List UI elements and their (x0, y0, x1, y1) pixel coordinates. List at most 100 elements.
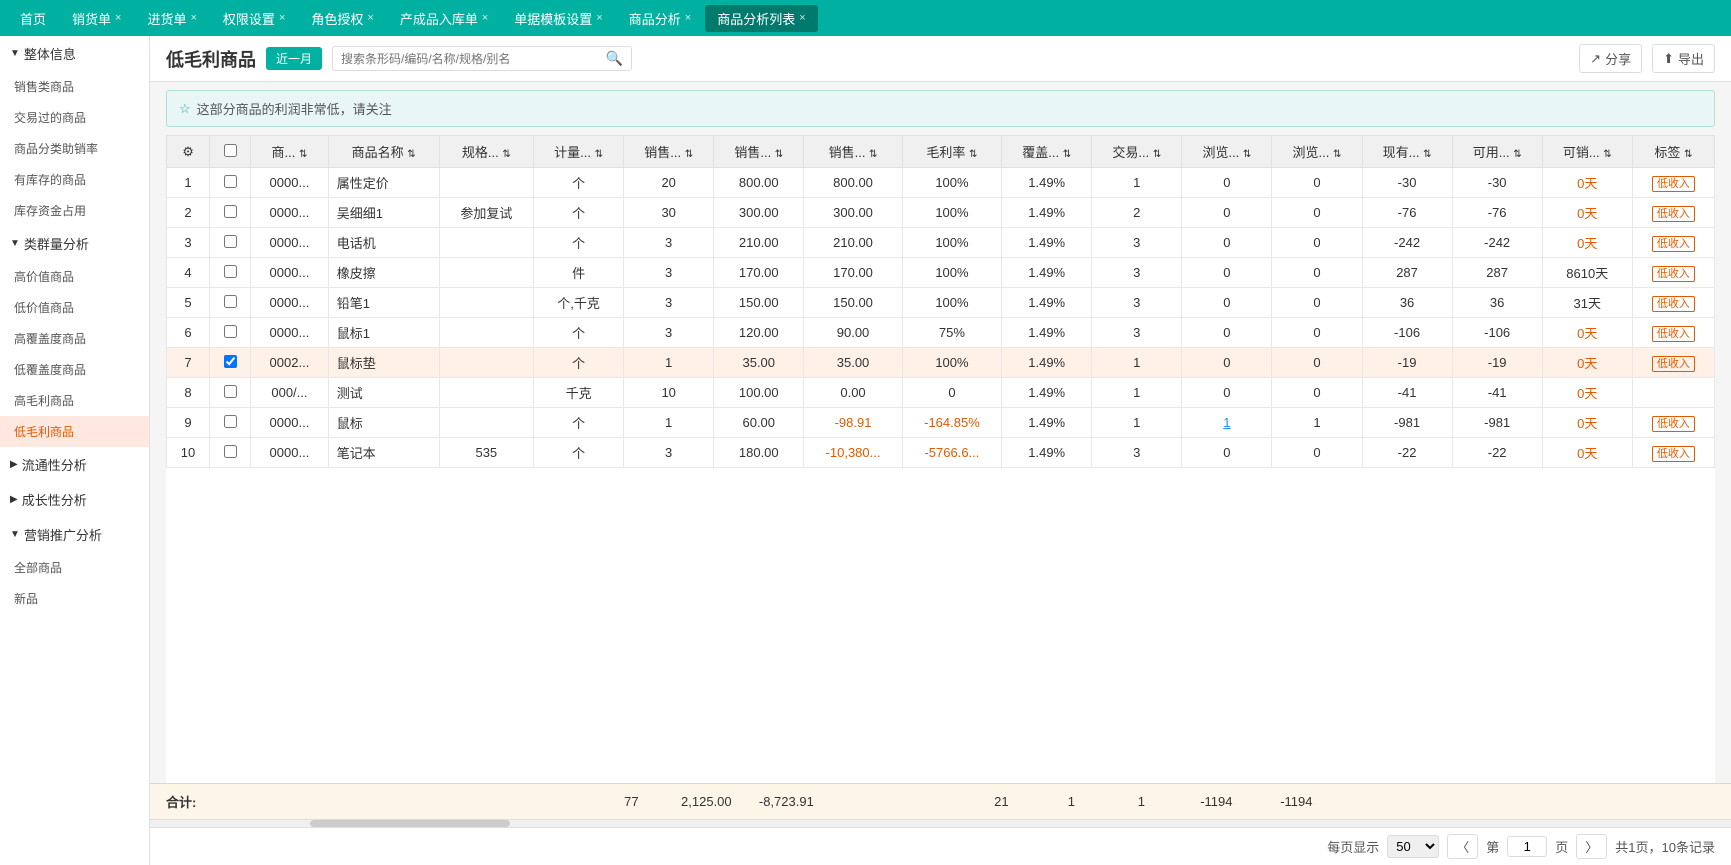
col-spec[interactable]: 规格... ⇅ (439, 136, 533, 168)
nav-goods-analysis[interactable]: 商品分析 × (617, 5, 703, 32)
col-gross[interactable]: 毛利率 ⇅ (902, 136, 1001, 168)
nav-permissions[interactable]: 权限设置 × (211, 5, 297, 32)
col-settings[interactable]: ⚙ (167, 136, 210, 168)
col-tag[interactable]: 标签 ⇅ (1632, 136, 1714, 168)
horizontal-scrollbar[interactable] (150, 819, 1731, 827)
nav-product-entry[interactable]: 产成品入库单 × (388, 5, 500, 32)
cell-checkbox[interactable] (210, 438, 251, 468)
nav-sales-close[interactable]: × (115, 12, 121, 24)
nav-sales[interactable]: 销货单 × (60, 5, 133, 32)
nav-roles-close[interactable]: × (367, 12, 373, 24)
cell-sellable: 0天 (1542, 168, 1632, 198)
cell-browse1[interactable]: 0 (1182, 168, 1272, 198)
sidebar-item-stock-goods[interactable]: 有库存的商品 (0, 164, 149, 195)
nav-purchase[interactable]: 进货单 × (135, 5, 208, 32)
nav-template-close[interactable]: × (596, 12, 602, 24)
sidebar-item-stock-capital[interactable]: 库存资金占用 (0, 195, 149, 226)
per-page-select[interactable]: 50 100 (1387, 835, 1439, 858)
col-coverage[interactable]: 覆盖... ⇅ (1002, 136, 1092, 168)
nav-goods-analysis-close[interactable]: × (685, 12, 691, 24)
row-checkbox[interactable] (224, 385, 237, 398)
cell-checkbox[interactable] (210, 408, 251, 438)
cell-checkbox[interactable] (210, 378, 251, 408)
cell-checkbox[interactable] (210, 228, 251, 258)
nav-purchase-close[interactable]: × (190, 12, 196, 24)
sidebar-item-new-goods[interactable]: 新品 (0, 583, 149, 614)
col-code[interactable]: 商... ⇅ (251, 136, 329, 168)
cell-browse1[interactable]: 0 (1182, 318, 1272, 348)
sidebar-item-traded-goods[interactable]: 交易过的商品 (0, 102, 149, 133)
col-checkbox[interactable] (210, 136, 251, 168)
cell-browse1[interactable]: 0 (1182, 438, 1272, 468)
sidebar-item-high-coverage[interactable]: 高覆盖度商品 (0, 323, 149, 354)
cell-checkbox[interactable] (210, 288, 251, 318)
sidebar-item-low-value[interactable]: 低价值商品 (0, 292, 149, 323)
nav-goods-analysis-list[interactable]: 商品分析列表 × (705, 5, 817, 32)
cell-checkbox[interactable] (210, 168, 251, 198)
row-checkbox[interactable] (224, 325, 237, 338)
col-sale2[interactable]: 销售... ⇅ (714, 136, 804, 168)
row-checkbox[interactable] (224, 355, 237, 368)
row-checkbox[interactable] (224, 295, 237, 308)
browse1-link[interactable]: 1 (1223, 415, 1230, 430)
export-button[interactable]: ⬆ 导出 (1652, 44, 1715, 73)
nav-roles[interactable]: 角色授权 × (299, 5, 385, 32)
sidebar-section-growth[interactable]: ▶ 成长性分析 (0, 482, 149, 517)
col-name[interactable]: 商品名称 ⇅ (328, 136, 439, 168)
nav-template[interactable]: 单据模板设置 × (502, 5, 614, 32)
sidebar-section-overall[interactable]: ▼ 整体信息 (0, 36, 149, 71)
cell-unit: 件 (534, 258, 624, 288)
row-checkbox[interactable] (224, 265, 237, 278)
sidebar-item-category-rate[interactable]: 商品分类助销率 (0, 133, 149, 164)
sidebar-section-cluster[interactable]: ▼ 类群量分析 (0, 226, 149, 261)
row-checkbox[interactable] (224, 205, 237, 218)
cell-browse1[interactable]: 0 (1182, 258, 1272, 288)
nav-product-entry-close[interactable]: × (482, 12, 488, 24)
search-input[interactable] (341, 52, 600, 66)
cell-checkbox[interactable] (210, 318, 251, 348)
sidebar-section-marketing[interactable]: ▼ 营销推广分析 (0, 517, 149, 552)
cell-browse1[interactable]: 0 (1182, 288, 1272, 318)
cell-browse1[interactable]: 0 (1182, 228, 1272, 258)
period-button[interactable]: 近一月 (266, 47, 322, 70)
scrollbar-thumb[interactable] (310, 820, 510, 827)
sidebar-section-liquidity[interactable]: ▶ 流通性分析 (0, 447, 149, 482)
cell-checkbox[interactable] (210, 258, 251, 288)
row-checkbox[interactable] (224, 235, 237, 248)
cell-browse1[interactable]: 1 (1182, 408, 1272, 438)
col-sellable[interactable]: 可销... ⇅ (1542, 136, 1632, 168)
cell-browse1[interactable]: 0 (1182, 348, 1272, 378)
cell-checkbox[interactable] (210, 198, 251, 228)
col-trade[interactable]: 交易... ⇅ (1092, 136, 1182, 168)
row-checkbox[interactable] (224, 445, 237, 458)
col-sale3[interactable]: 销售... ⇅ (804, 136, 902, 168)
col-sale1[interactable]: 销售... ⇅ (624, 136, 714, 168)
next-page-button[interactable]: 〉 (1576, 834, 1607, 859)
sidebar-item-high-margin[interactable]: 高毛利商品 (0, 385, 149, 416)
sidebar-item-all-goods[interactable]: 全部商品 (0, 552, 149, 583)
cell-spec: 参加复试 (439, 198, 533, 228)
sidebar-item-low-coverage[interactable]: 低覆盖度商品 (0, 354, 149, 385)
sidebar-item-low-margin[interactable]: 低毛利商品 (0, 416, 149, 447)
nav-permissions-close[interactable]: × (279, 12, 285, 24)
cell-browse1[interactable]: 0 (1182, 198, 1272, 228)
select-all-checkbox[interactable] (224, 144, 237, 157)
col-available[interactable]: 可用... ⇅ (1452, 136, 1542, 168)
col-unit[interactable]: 计量... ⇅ (534, 136, 624, 168)
nav-home[interactable]: 首页 (8, 5, 58, 32)
cell-spec: 535 (439, 438, 533, 468)
row-checkbox[interactable] (224, 175, 237, 188)
col-browse1[interactable]: 浏览... ⇅ (1182, 136, 1272, 168)
col-browse2[interactable]: 浏览... ⇅ (1272, 136, 1362, 168)
col-current[interactable]: 现有... ⇅ (1362, 136, 1452, 168)
share-button[interactable]: ↗ 分享 (1579, 44, 1642, 73)
sidebar-item-high-value[interactable]: 高价值商品 (0, 261, 149, 292)
row-checkbox[interactable] (224, 415, 237, 428)
page-input[interactable] (1507, 836, 1547, 857)
nav-goods-analysis-list-close[interactable]: × (799, 12, 805, 24)
cell-checkbox[interactable] (210, 348, 251, 378)
cell-browse1[interactable]: 0 (1182, 378, 1272, 408)
sidebar-item-sales-goods[interactable]: 销售类商品 (0, 71, 149, 102)
prev-page-button[interactable]: 〈 (1447, 834, 1478, 859)
cell-sale3: 90.00 (804, 318, 902, 348)
